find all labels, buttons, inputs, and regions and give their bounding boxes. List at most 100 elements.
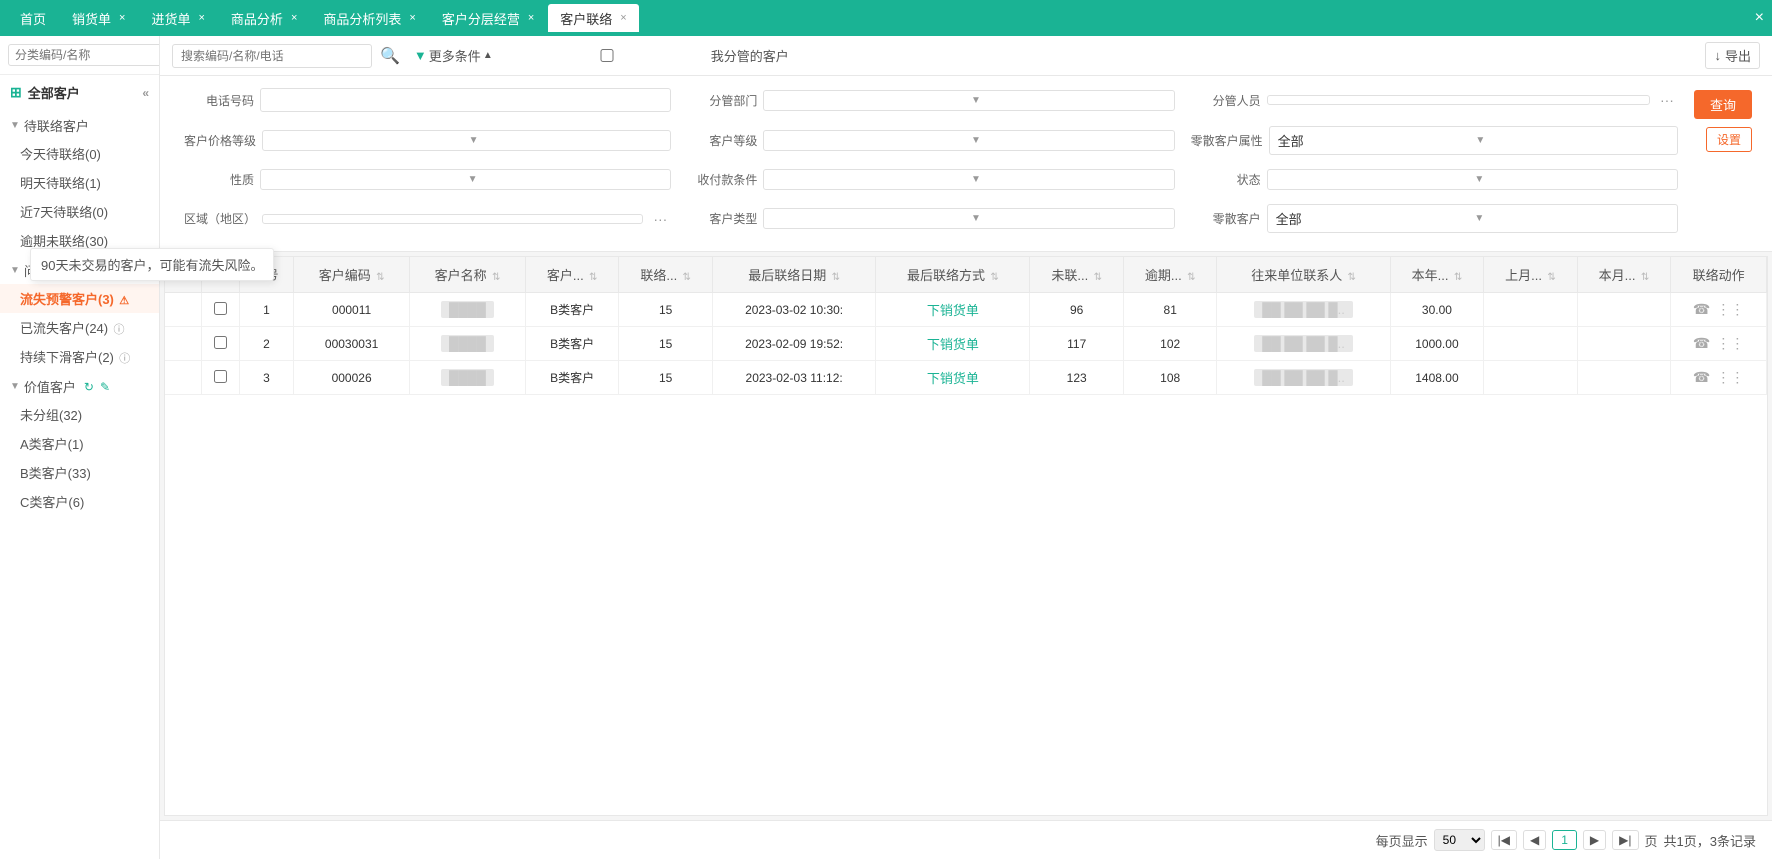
refresh-icon[interactable]: ↻ bbox=[84, 380, 94, 394]
type-column[interactable]: 客户... ⇅ bbox=[525, 257, 619, 293]
sidebar-group-value-header[interactable]: ▼ 价值客户 ↻ ✎ bbox=[0, 371, 159, 400]
region-select[interactable] bbox=[262, 214, 643, 224]
nav-customer-tier-label: 客户分层经营 bbox=[442, 9, 520, 28]
sidebar-all-customers[interactable]: ⊞ 全部客户 « bbox=[0, 75, 159, 110]
setting-button[interactable]: 设置 bbox=[1706, 127, 1752, 152]
customer-type-select[interactable]: ▼ bbox=[763, 208, 1174, 229]
sidebar-group-pending-header[interactable]: ▼ 待联络客户 bbox=[0, 110, 159, 139]
last-date-column[interactable]: 最后联络日期 ⇅ bbox=[712, 257, 875, 293]
nav-sales[interactable]: 销货单 × bbox=[60, 4, 137, 32]
nature-select[interactable]: ▼ bbox=[260, 169, 671, 190]
search-button[interactable]: 🔍 bbox=[380, 46, 400, 66]
this-year-sort-icon[interactable]: ⇅ bbox=[1454, 272, 1462, 283]
my-customers-checkbox[interactable] bbox=[507, 49, 707, 62]
sidebar-collapse-icon[interactable]: « bbox=[142, 86, 149, 100]
sidebar-item-lost[interactable]: 已流失客户(24) ⓘ bbox=[0, 313, 159, 342]
last-page-button[interactable]: ▶| bbox=[1612, 830, 1638, 850]
sidebar-search-input[interactable] bbox=[8, 44, 160, 66]
search-input[interactable] bbox=[172, 44, 372, 68]
action-more-icon-2[interactable]: ⋮⋮ bbox=[1716, 369, 1744, 386]
zero-attr-select[interactable]: 全部 ▼ bbox=[1269, 126, 1678, 155]
payment-select[interactable]: ▼ bbox=[763, 169, 1174, 190]
sidebar-item-type-a[interactable]: A类客户(1) bbox=[0, 429, 159, 458]
edit-icon[interactable]: ✎ bbox=[100, 380, 110, 394]
name-column[interactable]: 客户名称 ⇅ bbox=[410, 257, 526, 293]
type-sort-icon[interactable]: ⇅ bbox=[589, 272, 597, 283]
my-customers-checkbox-label[interactable]: 我分管的客户 bbox=[507, 46, 789, 65]
dept-select[interactable]: ▼ bbox=[763, 90, 1174, 111]
row-select-1[interactable] bbox=[214, 336, 227, 349]
action-contact-icon-1[interactable]: ☎ bbox=[1693, 335, 1710, 352]
query-button[interactable]: 查询 bbox=[1694, 90, 1752, 119]
customer-level-arrow: ▼ bbox=[971, 135, 1166, 146]
nav-customer-contact-close[interactable]: × bbox=[620, 12, 626, 24]
nav-customer-tier-close[interactable]: × bbox=[528, 12, 534, 24]
last-method-link-0[interactable]: 下销货单 bbox=[927, 303, 979, 318]
nav-analysis-close[interactable]: × bbox=[291, 12, 297, 24]
action-more-icon-1[interactable]: ⋮⋮ bbox=[1716, 335, 1744, 352]
action-more-icon-0[interactable]: ⋮⋮ bbox=[1716, 301, 1744, 318]
sidebar-item-type-c[interactable]: C类客户(6) bbox=[0, 487, 159, 516]
per-page-select[interactable]: 50 100 200 bbox=[1434, 829, 1485, 851]
row-select-2[interactable] bbox=[214, 370, 227, 383]
next-page-button[interactable]: ▶ bbox=[1583, 830, 1606, 850]
action-contact-icon-2[interactable]: ☎ bbox=[1693, 369, 1710, 386]
row-select-0[interactable] bbox=[214, 302, 227, 315]
sidebar-item-week[interactable]: 近7天待联络(0) bbox=[0, 197, 159, 226]
last-method-sort-icon[interactable]: ⇅ bbox=[990, 272, 998, 283]
last-date-sort-icon[interactable]: ⇅ bbox=[832, 272, 840, 283]
contact-sort-icon[interactable]: ⇅ bbox=[683, 272, 691, 283]
sidebar-item-type-b[interactable]: B类客户(33) bbox=[0, 458, 159, 487]
status-select[interactable]: ▼ bbox=[1267, 169, 1678, 190]
overdue-sort-icon[interactable]: ⇅ bbox=[1187, 272, 1195, 283]
person-select[interactable] bbox=[1267, 95, 1650, 105]
name-sort-icon[interactable]: ⇅ bbox=[492, 272, 500, 283]
unit-sort-icon[interactable]: ⇅ bbox=[1348, 272, 1356, 283]
nav-purchase-close[interactable]: × bbox=[198, 12, 204, 24]
uncontacted-sort-icon[interactable]: ⇅ bbox=[1094, 272, 1102, 283]
row-uncontacted-0: 96 bbox=[1030, 293, 1124, 327]
phone-input[interactable] bbox=[260, 88, 671, 112]
overdue-column[interactable]: 逾期... ⇅ bbox=[1123, 257, 1217, 293]
region-more-icon[interactable]: ··· bbox=[649, 207, 671, 231]
nav-analysis-list-close[interactable]: × bbox=[409, 12, 415, 24]
row-unit-contact-0: ██ ██ ██ █.. bbox=[1217, 293, 1390, 327]
price-tier-select[interactable]: ▼ bbox=[262, 130, 671, 151]
this-month-column[interactable]: 本月... ⇅ bbox=[1577, 257, 1671, 293]
person-more-icon[interactable]: ··· bbox=[1656, 88, 1678, 112]
customer-level-select[interactable]: ▼ bbox=[763, 130, 1174, 151]
nav-customer-tier[interactable]: 客户分层经营 × bbox=[430, 4, 546, 32]
last-month-column[interactable]: 上月... ⇅ bbox=[1484, 257, 1578, 293]
sidebar-item-churn-risk[interactable]: 流失预警客户(3) ⚠ bbox=[0, 284, 159, 313]
close-all-button[interactable]: × bbox=[1755, 9, 1764, 27]
sidebar-item-ungrouped[interactable]: 未分组(32) bbox=[0, 400, 159, 429]
sidebar-item-tomorrow[interactable]: 明天待联络(1) bbox=[0, 168, 159, 197]
contact-column[interactable]: 联络... ⇅ bbox=[619, 257, 713, 293]
prev-page-button[interactable]: ◀ bbox=[1523, 830, 1546, 850]
last-method-link-2[interactable]: 下销货单 bbox=[927, 371, 979, 386]
zero-customer-select[interactable]: 全部 ▼ bbox=[1267, 204, 1678, 233]
export-button[interactable]: ↓ 导出 bbox=[1705, 42, 1760, 69]
more-conditions-button[interactable]: ▼ 更多条件 ▲ bbox=[408, 43, 499, 68]
nav-customer-contact[interactable]: 客户联络 × bbox=[548, 4, 638, 32]
sidebar-item-declining[interactable]: 持续下滑客户(2) ⓘ bbox=[0, 342, 159, 371]
last-method-column[interactable]: 最后联络方式 ⇅ bbox=[876, 257, 1030, 293]
last-month-sort-icon[interactable]: ⇅ bbox=[1547, 272, 1555, 283]
nav-analysis-list[interactable]: 商品分析列表 × bbox=[311, 4, 427, 32]
this-month-sort-icon[interactable]: ⇅ bbox=[1641, 272, 1649, 283]
nav-sales-close[interactable]: × bbox=[119, 12, 125, 24]
content-area: 🔍 ▼ 更多条件 ▲ 我分管的客户 ↓ 导出 bbox=[160, 36, 1772, 859]
uncontacted-column[interactable]: 未联... ⇅ bbox=[1030, 257, 1124, 293]
nav-analysis[interactable]: 商品分析 × bbox=[219, 4, 309, 32]
nav-purchase[interactable]: 进货单 × bbox=[139, 4, 216, 32]
first-page-button[interactable]: |◀ bbox=[1491, 830, 1517, 850]
action-contact-icon-0[interactable]: ☎ bbox=[1693, 301, 1710, 318]
last-method-link-1[interactable]: 下销货单 bbox=[927, 337, 979, 352]
code-column[interactable]: 客户编码 ⇅ bbox=[294, 257, 410, 293]
unit-contact-column[interactable]: 往来单位联系人 ⇅ bbox=[1217, 257, 1390, 293]
this-year-column[interactable]: 本年... ⇅ bbox=[1390, 257, 1484, 293]
sidebar-item-today[interactable]: 今天待联络(0) bbox=[0, 139, 159, 168]
nav-home[interactable]: 首页 bbox=[8, 4, 58, 32]
info-icon: ⓘ bbox=[113, 324, 124, 336]
code-sort-icon[interactable]: ⇅ bbox=[376, 272, 384, 283]
